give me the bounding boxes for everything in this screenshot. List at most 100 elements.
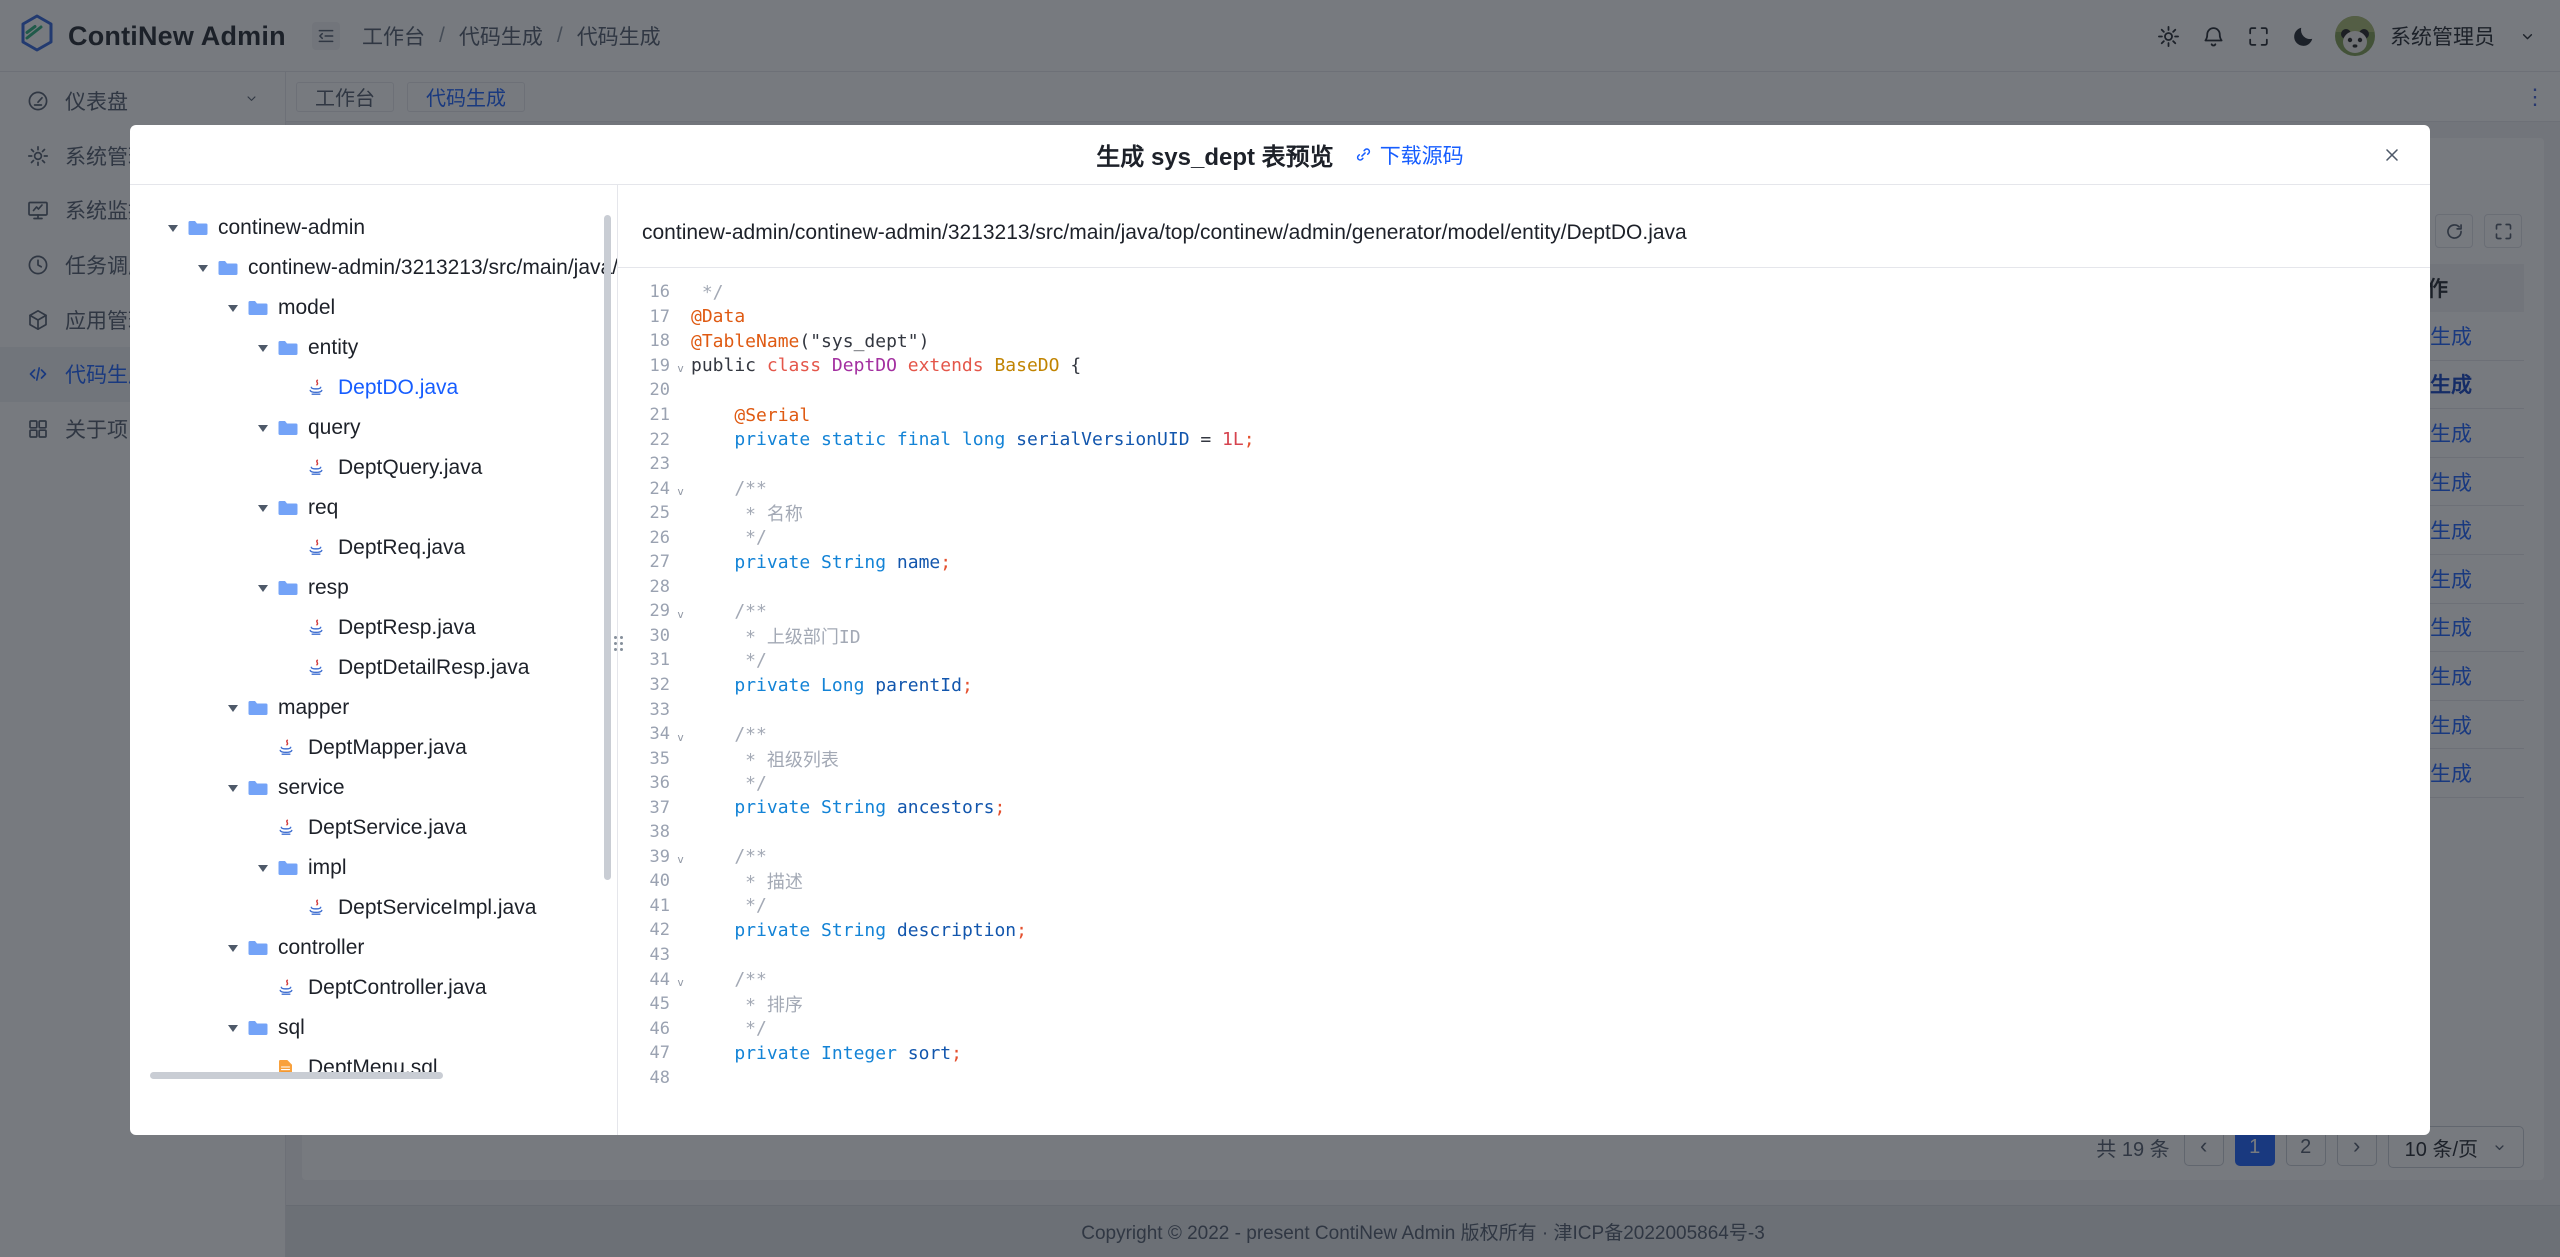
code-line: 47 private Integer sort; — [618, 1041, 2430, 1066]
close-icon[interactable] — [2378, 141, 2406, 169]
code-line: 19vpublic class DeptDO extends BaseDO { — [618, 354, 2430, 379]
tree-file[interactable]: DeptQuery.java — [130, 448, 607, 488]
java-file-icon — [277, 978, 299, 998]
line-number: 45 — [618, 994, 670, 1014]
code-text: private Long parentId; — [691, 675, 973, 696]
caret-down-icon[interactable] — [225, 305, 241, 312]
line-number: 27 — [618, 552, 670, 572]
tree-folder[interactable]: resp — [130, 568, 607, 608]
panel-resize-handle[interactable] — [612, 629, 624, 657]
fold-caret-icon[interactable]: v — [670, 725, 691, 744]
code-text: */ — [691, 527, 767, 548]
preview-modal: 生成 sys_dept 表预览 下载源码 continew-adminconti… — [130, 125, 2430, 1135]
caret-down-icon[interactable] — [225, 705, 241, 712]
fold-caret-icon[interactable]: v — [670, 970, 691, 989]
tree-file[interactable]: DeptMapper.java — [130, 728, 607, 768]
tree-node-label: DeptService.java — [308, 816, 467, 840]
tree-file[interactable]: DeptService.java — [130, 808, 607, 848]
tree-node-label: sql — [278, 1016, 305, 1040]
tree-node-label: DeptDetailResp.java — [338, 656, 529, 680]
fold-gutter — [670, 878, 691, 884]
fold-gutter — [670, 780, 691, 786]
tree-folder[interactable]: query — [130, 408, 607, 448]
code-line: 46 */ — [618, 1016, 2430, 1041]
line-number: 28 — [618, 577, 670, 597]
fold-caret-icon[interactable]: v — [670, 847, 691, 866]
code-text: private Integer sort; — [691, 1043, 962, 1064]
tree-folder[interactable]: model — [130, 288, 607, 328]
code-text: */ — [691, 650, 767, 671]
tree-vertical-scrollbar[interactable] — [604, 215, 611, 880]
java-file-icon — [307, 378, 329, 398]
fold-caret-icon[interactable]: v — [670, 479, 691, 498]
caret-down-icon[interactable] — [255, 585, 271, 592]
line-number: 16 — [618, 282, 670, 302]
code-line: 39v /** — [618, 845, 2430, 870]
folder-icon — [247, 778, 269, 798]
tree-folder[interactable]: service — [130, 768, 607, 808]
java-file-icon — [277, 738, 299, 758]
code-text: * 排序 — [691, 991, 803, 1017]
line-number: 39 — [618, 847, 670, 867]
caret-down-icon[interactable] — [195, 265, 211, 272]
tree-node-label: DeptReq.java — [338, 536, 465, 560]
code-line: 43 — [618, 943, 2430, 968]
fold-caret-icon[interactable]: v — [670, 602, 691, 621]
line-number: 21 — [618, 405, 670, 425]
tree-file[interactable]: DeptDetailResp.java — [130, 648, 607, 688]
fold-gutter — [670, 952, 691, 958]
line-number: 29 — [618, 601, 670, 621]
caret-down-icon[interactable] — [225, 1025, 241, 1032]
java-file-icon — [307, 898, 329, 918]
tree-folder[interactable]: impl — [130, 848, 607, 888]
caret-down-icon[interactable] — [255, 505, 271, 512]
java-file-icon — [307, 658, 329, 678]
fold-gutter — [670, 412, 691, 418]
tree-file[interactable]: DeptReq.java — [130, 528, 607, 568]
fold-gutter — [670, 805, 691, 811]
page: ContiNew Admin 工作台/代码生成/代码生成 — [0, 0, 2560, 1257]
caret-down-icon[interactable] — [255, 425, 271, 432]
tree-file[interactable]: DeptServiceImpl.java — [130, 888, 607, 928]
code-line: 27 private String name; — [618, 550, 2430, 575]
fold-gutter — [670, 289, 691, 295]
caret-down-icon[interactable] — [255, 865, 271, 872]
folder-icon — [277, 418, 299, 438]
code-line: 38 — [618, 820, 2430, 845]
fold-gutter — [670, 756, 691, 762]
tree-node-label: resp — [308, 576, 349, 600]
fold-gutter — [670, 387, 691, 393]
tree-file[interactable]: DeptDO.java — [130, 368, 607, 408]
tree-horizontal-scrollbar[interactable] — [150, 1072, 443, 1079]
tree-file[interactable]: DeptResp.java — [130, 608, 607, 648]
tree-folder[interactable]: req — [130, 488, 607, 528]
tree-folder[interactable]: sql — [130, 1008, 607, 1048]
code-line: 45 * 排序 — [618, 992, 2430, 1017]
line-number: 37 — [618, 798, 670, 818]
fold-gutter — [670, 1050, 691, 1056]
tree-folder[interactable]: continew-admin — [130, 208, 607, 248]
fold-gutter — [670, 338, 691, 344]
download-source-link[interactable]: 下载源码 — [1354, 140, 1464, 170]
caret-down-icon[interactable] — [225, 785, 241, 792]
fold-gutter — [670, 535, 691, 541]
folder-icon — [247, 298, 269, 318]
folder-icon — [277, 858, 299, 878]
code-line: 20 — [618, 378, 2430, 403]
code-editor: 16 */ 17@Data18@TableName("sys_dept")19vp… — [618, 268, 2430, 1090]
tree-folder[interactable]: controller — [130, 928, 607, 968]
tree-folder[interactable]: mapper — [130, 688, 607, 728]
code-line: 17@Data — [618, 305, 2430, 330]
tree-node-label: impl — [308, 856, 347, 880]
tree-file[interactable]: DeptController.java — [130, 968, 607, 1008]
caret-down-icon[interactable] — [255, 345, 271, 352]
tree-file[interactable]: DeptMenu.sql — [130, 1048, 607, 1088]
modal-title: 生成 sys_dept 表预览 — [1096, 137, 1333, 172]
tree-folder[interactable]: continew-admin/3213213/src/main/java/top — [130, 248, 607, 288]
code-line: 18@TableName("sys_dept") — [618, 329, 2430, 354]
line-number: 47 — [618, 1043, 670, 1063]
fold-caret-icon[interactable]: v — [670, 356, 691, 375]
caret-down-icon[interactable] — [225, 945, 241, 952]
tree-folder[interactable]: entity — [130, 328, 607, 368]
caret-down-icon[interactable] — [165, 225, 181, 232]
